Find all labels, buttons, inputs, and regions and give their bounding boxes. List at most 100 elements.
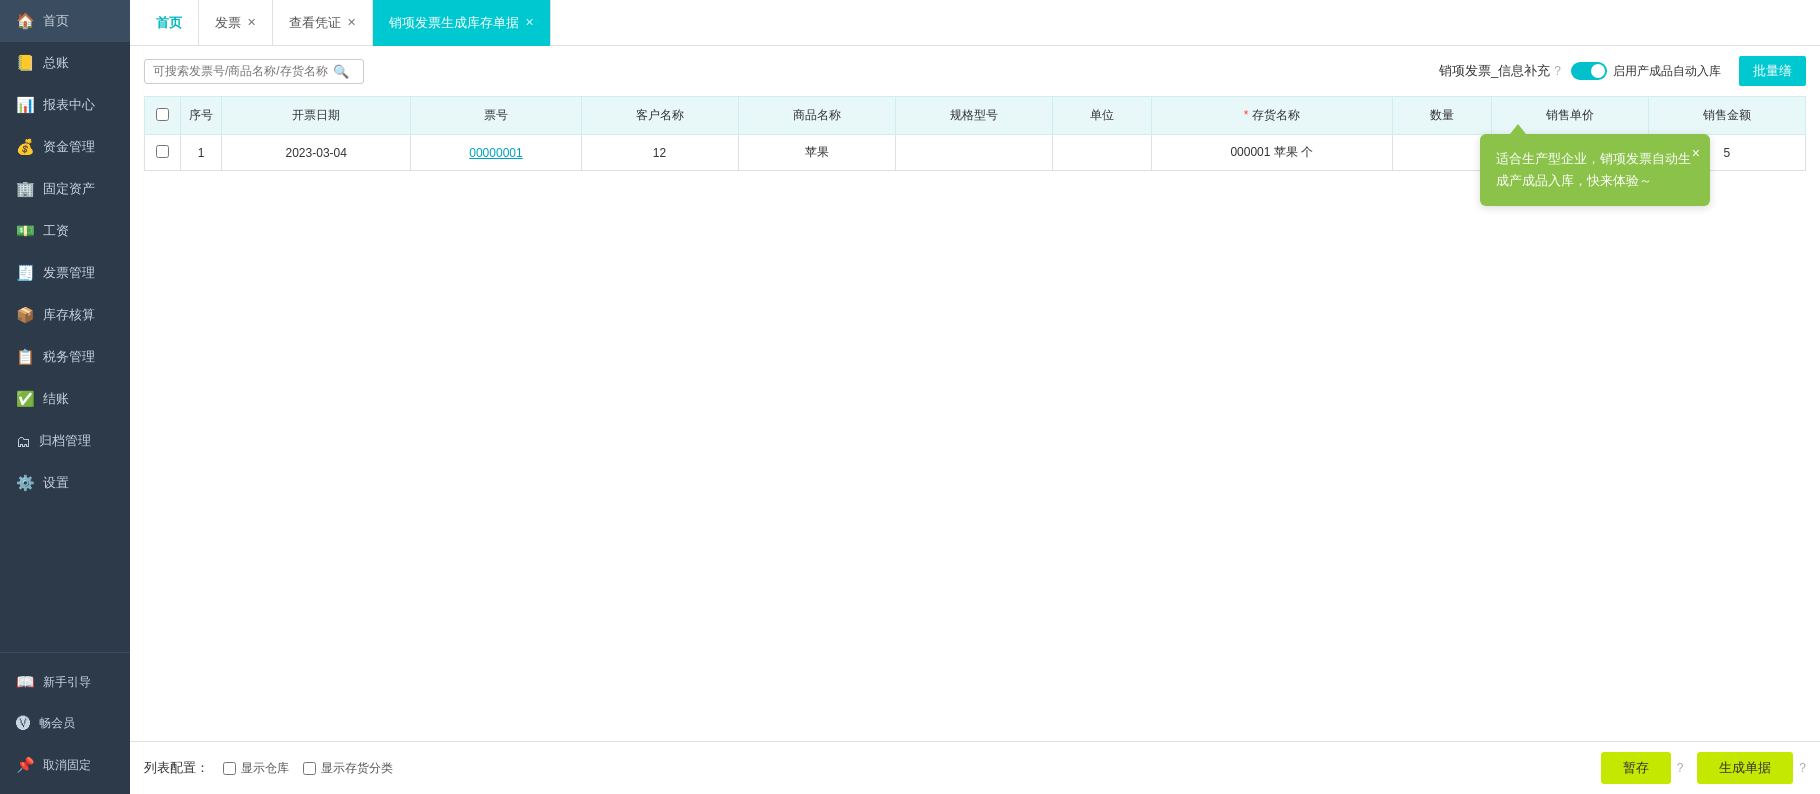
save-button[interactable]: 暂存: [1601, 752, 1671, 784]
header-customer: 客户名称: [581, 97, 738, 135]
sidebar-item-archive[interactable]: 🗂 归档管理: [0, 420, 130, 462]
tab-invoice[interactable]: 发票 ✕: [199, 0, 273, 46]
sidebar-item-label: 总账: [43, 54, 69, 72]
sidebar-item-fixed-assets[interactable]: 🏢 固定资产: [0, 168, 130, 210]
home-icon: 🏠: [16, 12, 35, 30]
select-all-checkbox[interactable]: [156, 108, 169, 121]
row-checkbox[interactable]: [156, 145, 169, 158]
sidebar-item-label: 新手引导: [43, 674, 91, 691]
sidebar-item-tax[interactable]: 📋 税务管理: [0, 336, 130, 378]
show-warehouse-check[interactable]: 显示仓库: [223, 760, 289, 777]
row-spec: [895, 135, 1052, 171]
sidebar-item-label: 税务管理: [43, 348, 95, 366]
show-warehouse-label: 显示仓库: [241, 760, 289, 777]
sidebar-item-settle[interactable]: ✅ 结账: [0, 378, 130, 420]
auto-stock-toggle[interactable]: [1571, 62, 1607, 80]
show-category-check[interactable]: 显示存货分类: [303, 760, 393, 777]
page-content: 🔍 销项发票_信息补充 ? 启用产成品自动入库 批量缮: [130, 46, 1820, 794]
search-box[interactable]: 🔍: [144, 59, 364, 84]
sidebar-item-label: 发票管理: [43, 264, 95, 282]
sidebar-item-inventory[interactable]: 📦 库存核算: [0, 294, 130, 336]
sidebar-item-fund[interactable]: 💰 资金管理: [0, 126, 130, 168]
header-inventory: * 存货名称: [1151, 97, 1392, 135]
sidebar-item-payroll[interactable]: 💵 工资: [0, 210, 130, 252]
tab-stock-close[interactable]: ✕: [525, 16, 534, 29]
info-label-text: 销项发票_信息补充: [1439, 62, 1550, 80]
inventory-icon: 📦: [16, 306, 35, 324]
header-seq: 序号: [181, 97, 222, 135]
info-label: 销项发票_信息补充 ?: [1439, 62, 1561, 80]
invoice-icon: 🧾: [16, 264, 35, 282]
tooltip-bubble: × 适合生产型企业，销项发票自动生成产成品入库，快来体验～: [1480, 134, 1710, 206]
tab-voucher[interactable]: 查看凭证 ✕: [273, 0, 373, 46]
tab-stock[interactable]: 销项发票生成库存单据 ✕: [373, 0, 551, 46]
report-icon: 📊: [16, 96, 35, 114]
toggle-label: 启用产成品自动入库: [1613, 63, 1721, 80]
search-icon: 🔍: [333, 64, 349, 79]
sidebar-item-label: 报表中心: [43, 96, 95, 114]
row-inventory: 000001 苹果 个: [1151, 135, 1392, 171]
ledger-icon: 📒: [16, 54, 35, 72]
cancel-fixed-button[interactable]: 📌 取消固定: [0, 744, 130, 786]
tab-invoice-label: 发票: [215, 14, 241, 32]
sidebar-item-label: 首页: [43, 12, 69, 30]
toggle-wrap: 启用产成品自动入库: [1571, 62, 1721, 80]
sidebar-item-label: 固定资产: [43, 180, 95, 198]
archive-icon: 🗂: [16, 433, 31, 450]
row-seq: 1: [181, 135, 222, 171]
search-input[interactable]: [153, 64, 333, 78]
cancel-fixed-label: 取消固定: [43, 757, 91, 774]
list-config-label: 列表配置：: [144, 759, 209, 777]
sidebar-bottom: 📖 新手引导 🅥 畅会员 📌 取消固定: [0, 652, 130, 794]
row-ticket-no[interactable]: 00000001: [411, 135, 581, 171]
tax-icon: 📋: [16, 348, 35, 366]
sidebar-item-ledger[interactable]: 📒 总账: [0, 42, 130, 84]
header-product: 商品名称: [738, 97, 895, 135]
batch-button[interactable]: 批量缮: [1739, 56, 1806, 86]
row-unit: [1052, 135, 1151, 171]
tab-bar: 首页 发票 ✕ 查看凭证 ✕ 销项发票生成库存单据 ✕: [130, 0, 1820, 46]
show-category-label: 显示存货分类: [321, 760, 393, 777]
header-date: 开票日期: [222, 97, 411, 135]
generate-button[interactable]: 生成单据: [1697, 752, 1793, 784]
sidebar-item-settings[interactable]: ⚙️ 设置: [0, 462, 130, 504]
sidebar-item-label: 设置: [43, 474, 69, 492]
tab-home[interactable]: 首页: [140, 0, 199, 46]
row-checkbox-cell: [145, 135, 181, 171]
toggle-knob: [1591, 64, 1605, 78]
vip-icon: 🅥: [16, 715, 31, 732]
table-header-row: 序号 开票日期 票号 客户名称 商品名称 规格型号 单位 * 存货名称 数量 销…: [145, 97, 1806, 135]
settle-icon: ✅: [16, 390, 35, 408]
sidebar-item-vip[interactable]: 🅥 畅会员: [0, 703, 130, 744]
guide-icon: 📖: [16, 673, 35, 691]
tab-home-label: 首页: [156, 14, 182, 32]
tooltip-arrow: [1510, 124, 1526, 134]
sidebar-item-guide[interactable]: 📖 新手引导: [0, 661, 130, 703]
sidebar-item-home[interactable]: 🏠 首页: [0, 0, 130, 42]
row-product: 苹果: [738, 135, 895, 171]
header-amount: 销售金额: [1648, 97, 1805, 135]
show-warehouse-checkbox[interactable]: [223, 762, 236, 775]
show-category-checkbox[interactable]: [303, 762, 316, 775]
tab-invoice-close[interactable]: ✕: [247, 16, 256, 29]
tab-stock-label: 销项发票生成库存单据: [389, 14, 519, 32]
tooltip-close-button[interactable]: ×: [1692, 142, 1700, 166]
sidebar-item-report[interactable]: 📊 报表中心: [0, 84, 130, 126]
sidebar-item-invoice[interactable]: 🧾 发票管理: [0, 252, 130, 294]
row-customer: 12: [581, 135, 738, 171]
fund-icon: 💰: [16, 138, 35, 156]
save-help-icon[interactable]: ?: [1677, 761, 1684, 775]
fixed-assets-icon: 🏢: [16, 180, 35, 198]
sidebar: 🏠 首页 📒 总账 📊 报表中心 💰 资金管理 🏢 固定资产 💵 工资 🧾 发票…: [0, 0, 130, 794]
tab-voucher-close[interactable]: ✕: [347, 16, 356, 29]
header-spec: 规格型号: [895, 97, 1052, 135]
header-qty: 数量: [1392, 97, 1491, 135]
toolbar: 🔍 销项发票_信息补充 ? 启用产成品自动入库 批量缮: [130, 46, 1820, 96]
payroll-icon: 💵: [16, 222, 35, 240]
header-checkbox-cell: [145, 97, 181, 135]
header-unit: 单位: [1052, 97, 1151, 135]
sidebar-item-label: 资金管理: [43, 138, 95, 156]
generate-help-icon[interactable]: ?: [1799, 761, 1806, 775]
ticket-no-link[interactable]: 00000001: [469, 146, 522, 160]
info-icon[interactable]: ?: [1554, 64, 1561, 78]
